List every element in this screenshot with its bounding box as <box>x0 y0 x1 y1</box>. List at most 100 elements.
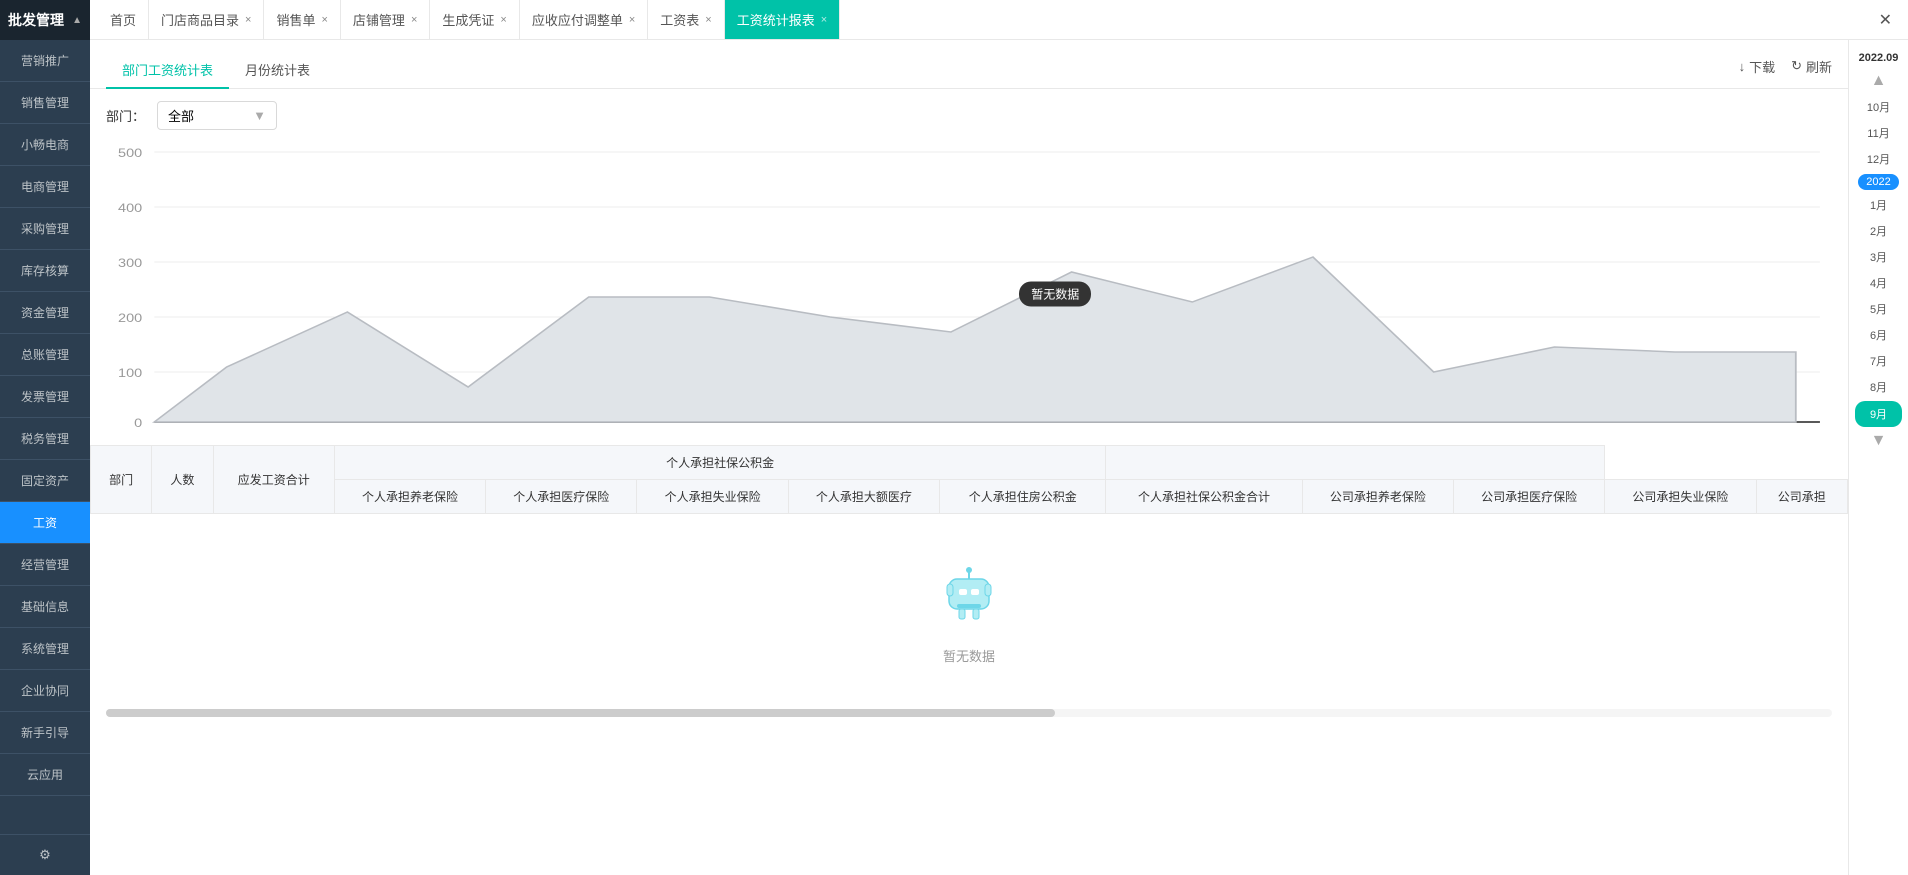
th-personal-unemployment: 个人承担失业保险 <box>637 480 788 514</box>
close-all-tabs[interactable]: ✕ <box>1871 10 1900 30</box>
sidebar-item-qytx[interactable]: 企业协同 <box>0 670 90 712</box>
tab-home[interactable]: 首页 <box>98 0 149 40</box>
chart-svg: 500 400 300 200 100 0 <box>106 142 1832 442</box>
timeline-sep[interactable]: 9月 <box>1855 401 1902 427</box>
sub-tab-bar: 部门工资统计表 月份统计表 ↓ 下载 ↻ 刷新 <box>90 40 1848 89</box>
th-company-other: 公司承担 <box>1756 480 1847 514</box>
sidebar-item-zzgl[interactable]: 总账管理 <box>0 334 90 376</box>
tab-voucher[interactable]: 生成凭证 × <box>430 0 519 40</box>
th-company-insurance <box>1106 446 1605 480</box>
svg-text:0: 0 <box>134 416 142 430</box>
timeline-dec[interactable]: 12月 <box>1849 146 1908 172</box>
tab-close-adjust[interactable]: × <box>629 14 635 26</box>
tab-shop-mgmt[interactable]: 店铺管理 × <box>341 0 430 40</box>
sub-tab-actions: ↓ 下载 ↻ 刷新 <box>1739 57 1832 84</box>
tab-store-catalog[interactable]: 门店商品目录 × <box>149 0 264 40</box>
scrollbar-thumb[interactable] <box>106 709 1055 717</box>
chart-no-data-tooltip: 暂无数据 <box>1019 281 1091 306</box>
sidebar-item-cggl[interactable]: 采购管理 <box>0 208 90 250</box>
sidebar-item-zjgl[interactable]: 资金管理 <box>0 292 90 334</box>
table-wrap: 部门 人数 应发工资合计 个人承担社保公积金 个人承担养老保险 个人承担医疗保险… <box>90 445 1848 721</box>
sidebar-item-gdzcgl[interactable]: 固定资产 <box>0 460 90 502</box>
sidebar-arrow-icon: ▲ <box>72 15 82 26</box>
sidebar-item-jygl[interactable]: 经营管理 <box>0 544 90 586</box>
chart-container: 500 400 300 200 100 0 <box>106 142 1832 445</box>
stats-table: 部门 人数 应发工资合计 个人承担社保公积金 个人承担养老保险 个人承担医疗保险… <box>90 445 1848 514</box>
th-personal-medical: 个人承担医疗保险 <box>486 480 637 514</box>
horizontal-scrollbar[interactable] <box>106 709 1832 717</box>
empty-state: 暂无数据 <box>90 514 1848 705</box>
sidebar-settings[interactable]: ⚙ <box>0 834 90 875</box>
timeline-oct[interactable]: 10月 <box>1849 94 1908 120</box>
sidebar-item-xtgl[interactable]: 系统管理 <box>0 628 90 670</box>
tab-close-shop-mgmt[interactable]: × <box>411 14 417 26</box>
tab-bar-actions: ✕ <box>1871 10 1900 30</box>
timeline-mar[interactable]: 3月 <box>1849 244 1908 270</box>
th-company-pension: 公司承担养老保险 <box>1302 480 1453 514</box>
dept-filter-value: 全部 <box>168 106 194 125</box>
sidebar: 批发管理 ▲ 营销推广 销售管理 小畅电商 电商管理 采购管理 库存核算 资金管… <box>0 0 90 875</box>
timeline-nov[interactable]: 11月 <box>1849 120 1908 146</box>
chevron-down-icon: ▼ <box>253 108 266 123</box>
sub-tab-dept[interactable]: 部门工资统计表 <box>106 52 229 89</box>
svg-text:200: 200 <box>118 311 142 325</box>
empty-text: 暂无数据 <box>943 646 995 665</box>
refresh-icon: ↻ <box>1791 58 1802 74</box>
sub-tab-month[interactable]: 月份统计表 <box>229 52 326 89</box>
filter-bar: 部门： 全部 ▼ <box>90 89 1848 142</box>
sidebar-header[interactable]: 批发管理 ▲ <box>0 0 90 40</box>
tab-payroll-report[interactable]: 工资统计报表 × <box>725 0 840 40</box>
timeline-jan[interactable]: 1月 <box>1849 192 1908 218</box>
chart-area: 500 400 300 200 100 0 <box>90 142 1848 445</box>
timeline-feb[interactable]: 2月 <box>1849 218 1908 244</box>
timeline-2022-badge[interactable]: 2022 <box>1858 174 1898 190</box>
sidebar-item-gz[interactable]: 工资 <box>0 502 90 544</box>
svg-text:500: 500 <box>118 146 142 160</box>
refresh-btn[interactable]: ↻ 刷新 <box>1791 57 1832 76</box>
timeline-aug[interactable]: 8月 <box>1849 374 1908 400</box>
sidebar-item-yxtt[interactable]: 营销推广 <box>0 40 90 82</box>
timeline-apr[interactable]: 4月 <box>1849 270 1908 296</box>
dept-filter-select[interactable]: 全部 ▼ <box>157 101 277 130</box>
sidebar-item-xcdsh[interactable]: 小畅电商 <box>0 124 90 166</box>
sidebar-item-dsgll[interactable]: 电商管理 <box>0 166 90 208</box>
timeline-may[interactable]: 5月 <box>1849 296 1908 322</box>
tab-close-voucher[interactable]: × <box>500 14 506 26</box>
content-area: 部门工资统计表 月份统计表 ↓ 下载 ↻ 刷新 <box>90 40 1908 875</box>
sidebar-item-jcxx[interactable]: 基础信息 <box>0 586 90 628</box>
sidebar-item-yy[interactable]: 云应用 <box>0 754 90 796</box>
dept-filter-label: 部门： <box>106 106 145 125</box>
tab-close-sales[interactable]: × <box>321 14 327 26</box>
timeline-year-label: 2022.09 <box>1859 48 1899 68</box>
sidebar-item-fpgl[interactable]: 发票管理 <box>0 376 90 418</box>
timeline-nav-down[interactable]: ▼ <box>1871 428 1887 454</box>
th-personal-housing-fund: 个人承担住房公积金 <box>940 480 1106 514</box>
sidebar-item-xsyd[interactable]: 新手引导 <box>0 712 90 754</box>
tab-close-payroll[interactable]: × <box>705 14 711 26</box>
tab-close-payroll-report[interactable]: × <box>821 14 827 26</box>
download-btn[interactable]: ↓ 下载 <box>1739 57 1776 76</box>
sidebar-item-swgl[interactable]: 税务管理 <box>0 418 90 460</box>
th-company-medical: 公司承担医疗保险 <box>1453 480 1604 514</box>
sidebar-item-xsgl[interactable]: 销售管理 <box>0 82 90 124</box>
th-count: 人数 <box>152 446 213 514</box>
tab-close-store-catalog[interactable]: × <box>245 14 251 26</box>
main-area: 首页 门店商品目录 × 销售单 × 店铺管理 × 生成凭证 × 应收应付调整单 … <box>90 0 1908 875</box>
svg-text:300: 300 <box>118 256 142 270</box>
svg-text:100: 100 <box>118 366 142 380</box>
download-icon: ↓ <box>1739 59 1746 74</box>
tab-bar: 首页 门店商品目录 × 销售单 × 店铺管理 × 生成凭证 × 应收应付调整单 … <box>90 0 1908 40</box>
timeline-jun[interactable]: 6月 <box>1849 322 1908 348</box>
empty-icon <box>929 554 1009 634</box>
svg-text:400: 400 <box>118 201 142 215</box>
tab-payroll[interactable]: 工资表 × <box>648 0 724 40</box>
th-personal-total: 个人承担社保公积金合计 <box>1106 480 1302 514</box>
tab-sales[interactable]: 销售单 × <box>264 0 340 40</box>
tab-adjust[interactable]: 应收应付调整单 × <box>520 0 648 40</box>
sidebar-item-kchsf[interactable]: 库存核算 <box>0 250 90 292</box>
page-content: 部门工资统计表 月份统计表 ↓ 下载 ↻ 刷新 <box>90 40 1848 875</box>
th-personal-major-medical: 个人承担大额医疗 <box>788 480 939 514</box>
th-personal-pension: 个人承担养老保险 <box>334 480 485 514</box>
timeline-nav-up[interactable]: ▲ <box>1871 68 1887 94</box>
timeline-jul[interactable]: 7月 <box>1849 348 1908 374</box>
